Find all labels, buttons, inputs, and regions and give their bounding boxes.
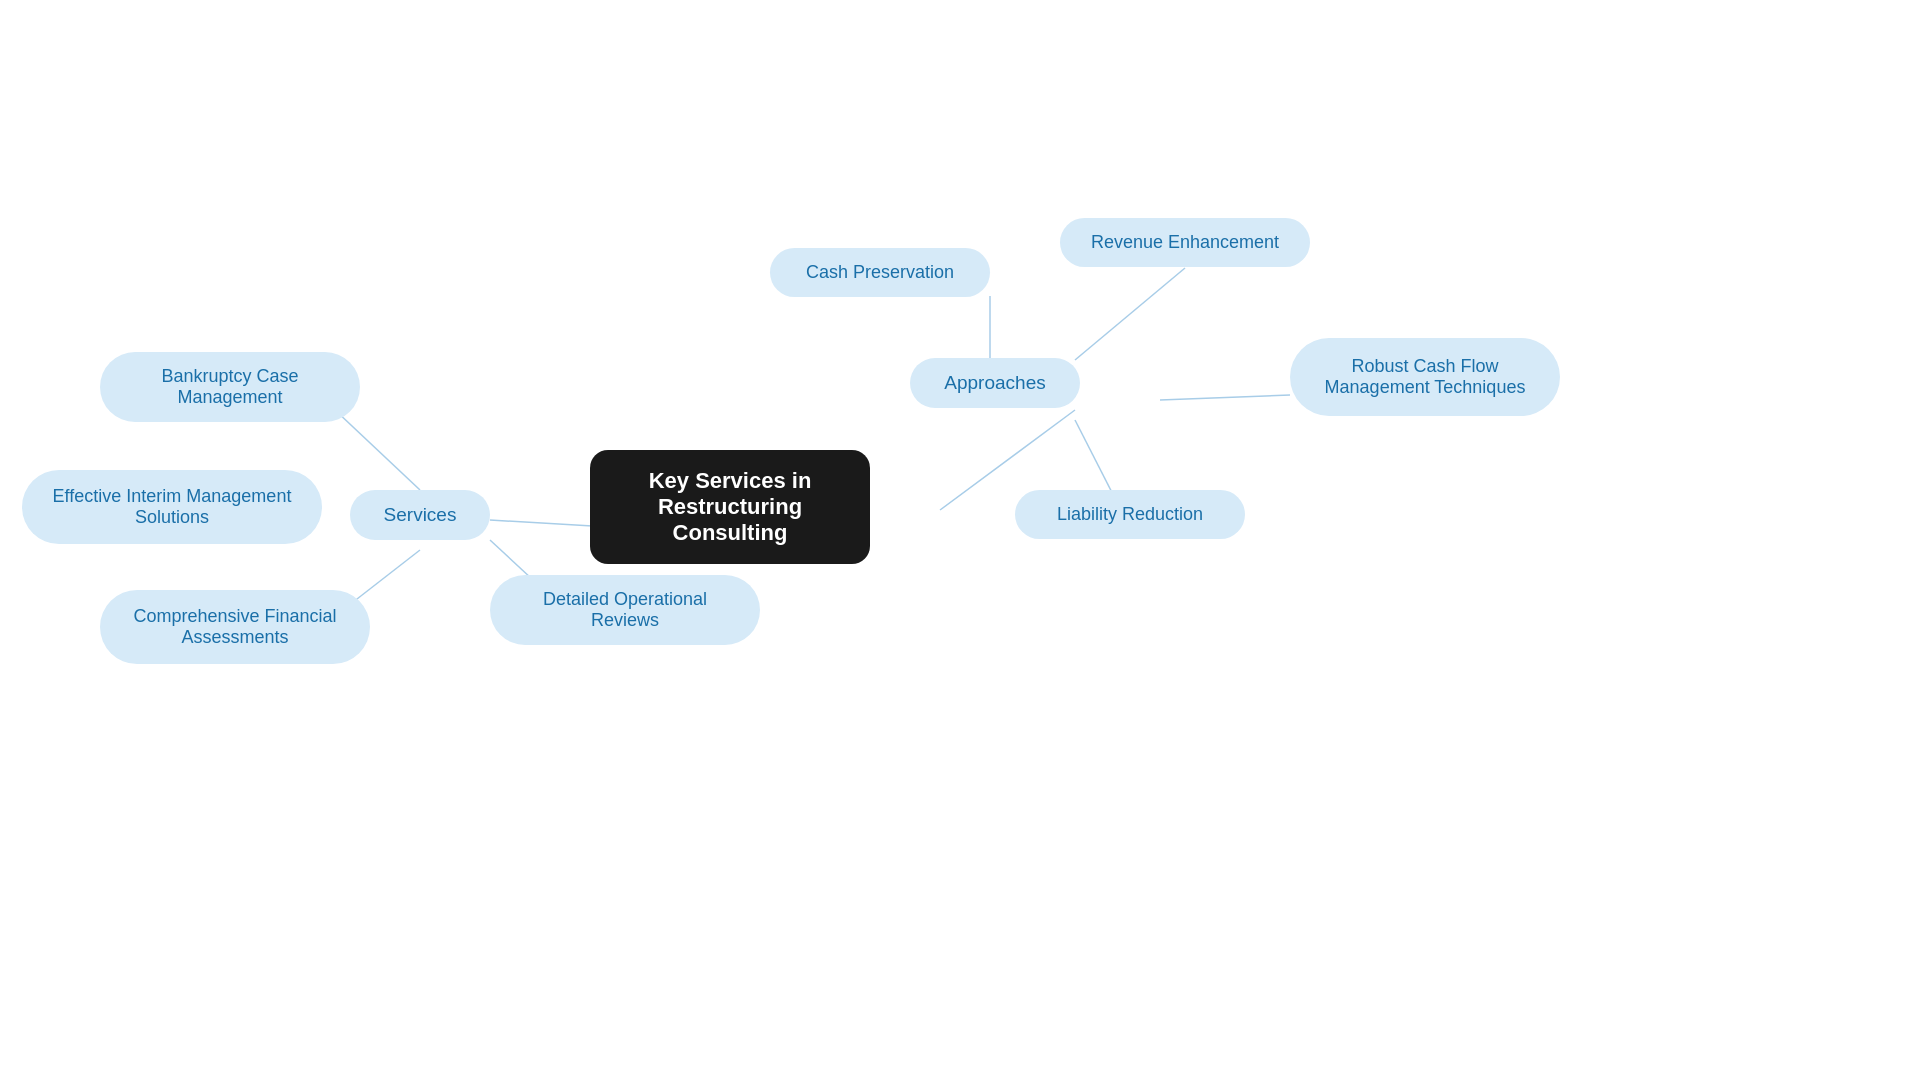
svg-line-7: [1075, 268, 1185, 360]
branch-approaches: Approaches: [910, 358, 1080, 408]
leaf-financial: Comprehensive Financial Assessments: [100, 590, 370, 664]
center-node-label: Key Services in Restructuring Consulting: [649, 468, 812, 545]
svg-line-2: [335, 410, 420, 490]
leaf-bankruptcy-label: Bankruptcy Case Management: [161, 366, 298, 407]
leaf-revenue: Revenue Enhancement: [1060, 218, 1310, 267]
leaf-revenue-label: Revenue Enhancement: [1091, 232, 1279, 252]
leaf-operational: Detailed Operational Reviews: [490, 575, 760, 645]
leaf-bankruptcy: Bankruptcy Case Management: [100, 352, 360, 422]
svg-line-8: [1160, 395, 1290, 400]
leaf-interim-label: Effective Interim Management Solutions: [53, 486, 292, 527]
leaf-robust-cash-label: Robust Cash Flow Management Techniques: [1325, 356, 1526, 397]
leaf-cash-preservation-label: Cash Preservation: [806, 262, 954, 282]
leaf-operational-label: Detailed Operational Reviews: [543, 589, 707, 630]
leaf-interim: Effective Interim Management Solutions: [22, 470, 322, 544]
leaf-robust-cash: Robust Cash Flow Management Techniques: [1290, 338, 1560, 416]
branch-approaches-label: Approaches: [944, 372, 1045, 393]
branch-services-label: Services: [384, 504, 457, 525]
leaf-cash-preservation: Cash Preservation: [770, 248, 990, 297]
leaf-financial-label: Comprehensive Financial Assessments: [133, 606, 336, 647]
leaf-liability: Liability Reduction: [1015, 490, 1245, 539]
center-node: Key Services in Restructuring Consulting: [590, 450, 870, 564]
branch-services: Services: [350, 490, 490, 540]
leaf-liability-label: Liability Reduction: [1057, 504, 1203, 524]
